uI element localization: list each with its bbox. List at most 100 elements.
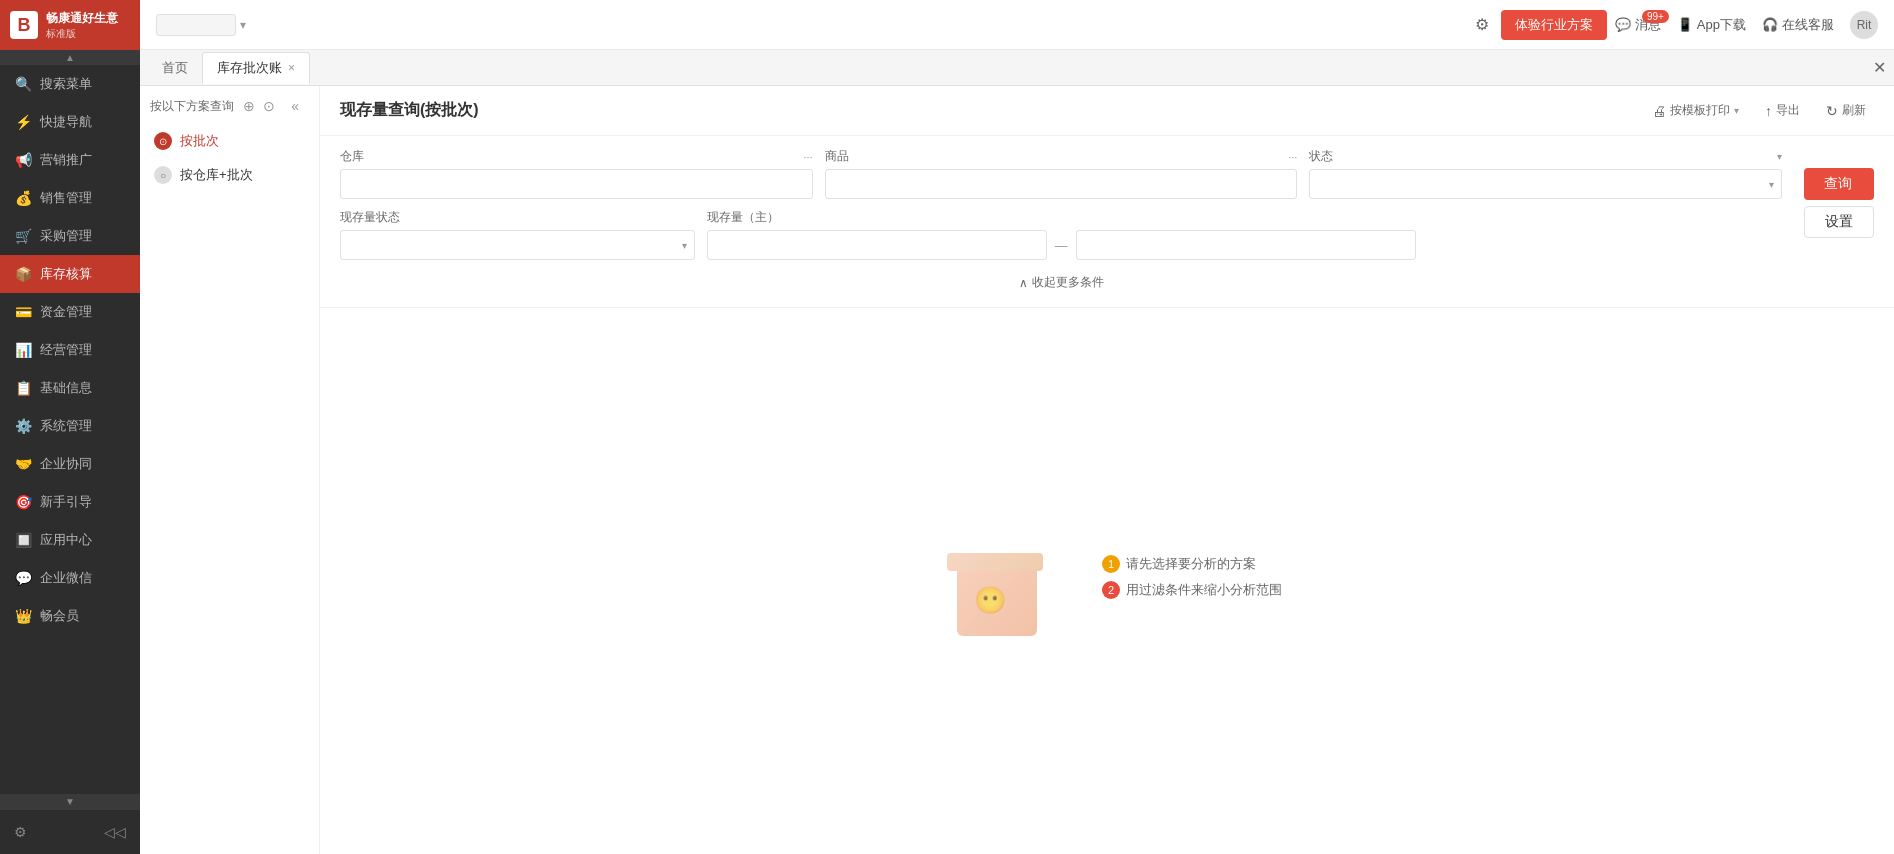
settings-btn[interactable]: 设置 [1804, 206, 1874, 238]
topbar-settings-btn[interactable]: ⚙ [1471, 11, 1493, 38]
sidebar-item-inventory[interactable]: 📦 库存核算 [0, 255, 140, 293]
close-panel-btn[interactable]: ✕ [1873, 58, 1886, 77]
sidebar-item-label: 营销推广 [40, 151, 92, 169]
product-input[interactable] [825, 169, 1298, 199]
sidebar-item-purchase[interactable]: 🛒 采购管理 [0, 217, 140, 255]
sidebar-item-search[interactable]: 🔍 搜索菜单 [0, 65, 140, 103]
app-title-block: 畅康通好生意 标准版 [46, 10, 118, 41]
tab-close-btn[interactable]: × [288, 62, 295, 74]
main-area: ▾ ⚙ 体验行业方案 💬 消息 99+ 📱 App下载 🎧 在线客服 Rit [140, 0, 1894, 854]
query-btn[interactable]: 查询 [1804, 168, 1874, 200]
add-icon: ⊕ [243, 98, 255, 114]
settings-footer-btn[interactable]: ⚙ [10, 820, 31, 844]
user-avatar-btn[interactable]: Rit [1850, 11, 1878, 39]
edition-label: 标准版 [46, 27, 118, 41]
product-label-row: 商品 ··· [825, 148, 1298, 165]
sidebar-item-quick-nav[interactable]: ⚡ 快捷导航 [0, 103, 140, 141]
finance-icon: 💳 [14, 303, 32, 321]
refresh-btn[interactable]: ↻ 刷新 [1818, 98, 1874, 123]
sidebar-item-enterprise[interactable]: 🤝 企业协同 [0, 445, 140, 483]
tab-bar-right: ✕ [1865, 58, 1886, 77]
hint-text-1: 请先选择要分析的方案 [1126, 555, 1256, 573]
scheme-item-by-warehouse-batch[interactable]: ○ 按仓库+批次 [140, 158, 319, 192]
search-icon: 🔍 [14, 75, 32, 93]
sidebar-header: B 畅康通好生意 标准版 [0, 0, 140, 50]
sidebar-item-basic[interactable]: 📋 基础信息 [0, 369, 140, 407]
online-service-btn[interactable]: 🎧 在线客服 [1762, 16, 1834, 34]
product-field: 商品 ··· [825, 148, 1298, 199]
sidebar-item-label: 快捷导航 [40, 113, 92, 131]
content-area: 按以下方案查询 ⊕ ⊙ « ⊙ 按批次 ○ [140, 86, 1894, 854]
sidebar-item-app-center[interactable]: 🔲 应用中心 [0, 521, 140, 559]
status-caret-icon: ▾ [1769, 179, 1774, 190]
box-face: 😶 [974, 585, 1006, 616]
topbar: ▾ ⚙ 体验行业方案 💬 消息 99+ 📱 App下载 🎧 在线客服 Rit [140, 0, 1894, 50]
breadcrumb-input[interactable] [156, 14, 236, 36]
collapse-left-btn[interactable]: « [281, 96, 309, 116]
empty-illustration: 😶 [932, 526, 1062, 636]
app-download-label: App下载 [1697, 16, 1746, 34]
stock-status-input[interactable] [340, 230, 695, 260]
export-btn[interactable]: ↑ 导出 [1757, 98, 1808, 123]
sidebar-item-operation[interactable]: 📊 经营管理 [0, 331, 140, 369]
sidebar-item-label: 经营管理 [40, 341, 92, 359]
sidebar-scroll-up[interactable]: ▲ [0, 50, 140, 65]
messages-btn[interactable]: 💬 消息 99+ [1615, 16, 1661, 34]
online-service-label: 在线客服 [1782, 16, 1834, 34]
warehouse-more-btn[interactable]: ··· [804, 151, 813, 163]
collapse-sidebar-btn[interactable]: ◁◁ [100, 820, 130, 844]
sidebar: B 畅康通好生意 标准版 ▲ 🔍 搜索菜单 ⚡ 快捷导航 📢 营销推广 💰 销售… [0, 0, 140, 854]
app-center-icon: 🔲 [14, 531, 32, 549]
warehouse-field: 仓库 ··· [340, 148, 813, 199]
warehouse-input-wrapper [340, 169, 813, 199]
scheme-item-by-batch[interactable]: ⊙ 按批次 [140, 124, 319, 158]
qty-separator: — [1055, 238, 1068, 253]
sidebar-item-newcomer[interactable]: 🎯 新手引导 [0, 483, 140, 521]
app-download-btn[interactable]: 📱 App下载 [1677, 16, 1746, 34]
sidebar-item-label: 库存核算 [40, 265, 92, 283]
stock-qty-from-input[interactable] [707, 230, 1047, 260]
tab-active-label: 库存批次账 [217, 59, 282, 77]
purchase-icon: 🛒 [14, 227, 32, 245]
tab-inventory-batch[interactable]: 库存批次账 × [202, 52, 310, 84]
sidebar-item-wechat[interactable]: 💬 企业微信 [0, 559, 140, 597]
warehouse-input[interactable] [340, 169, 813, 199]
left-panel-actions: ⊕ ⊙ « [241, 96, 309, 116]
page-title: 现存量查询(按批次) [340, 100, 479, 121]
left-panel: 按以下方案查询 ⊕ ⊙ « ⊙ 按批次 ○ [140, 86, 320, 854]
stock-status-label: 现存量状态 [340, 209, 400, 226]
avatar: Rit [1850, 11, 1878, 39]
refresh-label: 刷新 [1842, 102, 1866, 119]
hint-text-2: 用过滤条件来缩小分析范围 [1126, 581, 1282, 599]
sidebar-item-sales[interactable]: 💰 销售管理 [0, 179, 140, 217]
collapse-more-btn[interactable]: ∧ 收起更多条件 [340, 270, 1782, 295]
product-more-btn[interactable]: ··· [1288, 151, 1297, 163]
settings-icon: ⚙ [1475, 16, 1489, 33]
sidebar-item-finance[interactable]: 💳 资金管理 [0, 293, 140, 331]
sidebar-item-label: 畅会员 [40, 607, 79, 625]
refresh-icon: ↻ [1826, 103, 1838, 119]
print-btn[interactable]: 🖨 按模板打印 ▾ [1644, 98, 1747, 123]
stock-qty-to-input[interactable] [1076, 230, 1416, 260]
inventory-icon: 📦 [14, 265, 32, 283]
sidebar-item-label: 资金管理 [40, 303, 92, 321]
wechat-icon: 💬 [14, 569, 32, 587]
add-scheme-btn[interactable]: ⊕ [241, 96, 257, 116]
sidebar-item-label: 企业微信 [40, 569, 92, 587]
tab-home[interactable]: 首页 [148, 53, 202, 83]
status-input[interactable] [1309, 169, 1782, 199]
status-field: 状态 ▾ ▾ [1309, 148, 1782, 199]
collapse-label: 收起更多条件 [1032, 274, 1104, 291]
sidebar-scroll-down[interactable]: ▼ [0, 794, 140, 809]
scheme-settings-btn[interactable]: ⊙ [261, 96, 277, 116]
page-header: 现存量查询(按批次) 🖨 按模板打印 ▾ ↑ 导出 ↻ 刷新 [320, 86, 1894, 136]
topbar-right: 💬 消息 99+ 📱 App下载 🎧 在线客服 Rit [1615, 11, 1878, 39]
trial-btn[interactable]: 体验行业方案 [1501, 10, 1607, 40]
warehouse-label-row: 仓库 ··· [340, 148, 813, 165]
member-icon: 👑 [14, 607, 32, 625]
quick-nav-icon: ⚡ [14, 113, 32, 131]
print-icon: 🖨 [1652, 103, 1666, 119]
sidebar-item-member[interactable]: 👑 畅会员 [0, 597, 140, 635]
sidebar-item-marketing[interactable]: 📢 营销推广 [0, 141, 140, 179]
sidebar-item-system[interactable]: ⚙️ 系统管理 [0, 407, 140, 445]
